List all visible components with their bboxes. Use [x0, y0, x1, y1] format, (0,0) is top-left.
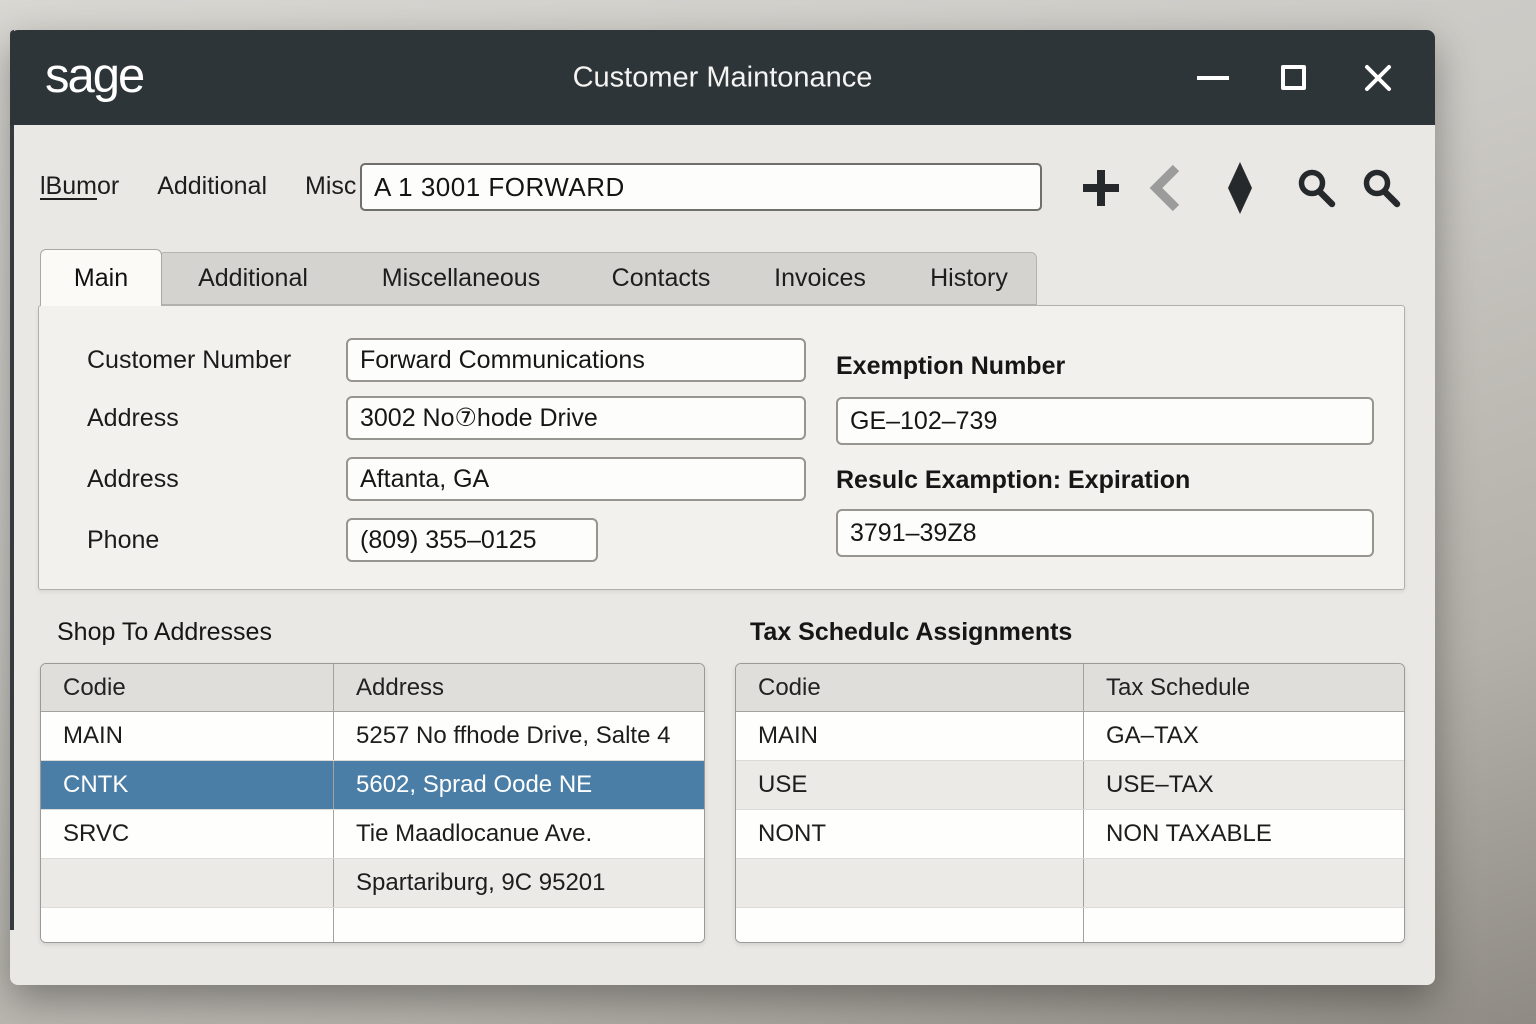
plus-icon — [1083, 170, 1119, 206]
table-row[interactable]: SRVC Tie Maadlocanue Ave. — [41, 810, 704, 859]
menu-bar: lBumor Additional Misc — [40, 160, 356, 212]
cell-address: Tie Maadlocanue Ave. — [333, 810, 704, 858]
cell-code: NONT — [758, 820, 826, 847]
customer-number-field[interactable] — [346, 338, 806, 382]
menu-item-misc[interactable]: Misc — [305, 172, 356, 201]
tab-contacts[interactable]: Contacts — [612, 253, 711, 304]
tax-schedule-table: Codie Tax Schedule MAIN GA–TAX USE USE–T… — [735, 663, 1405, 943]
tax-table-header: Codie Tax Schedule — [736, 664, 1404, 712]
cell-code: MAIN — [63, 722, 123, 749]
cell-code: MAIN — [758, 722, 818, 749]
customer-lookup-input[interactable] — [360, 163, 1042, 211]
phone-field[interactable] — [346, 518, 598, 562]
column-header-address[interactable]: Address — [333, 664, 704, 711]
address2-label: Address — [87, 465, 179, 493]
table-row[interactable]: MAIN 5257 No ffhode Drive, Salte 4 — [41, 712, 704, 761]
tab-strip: Additional Miscellaneous Contacts Invoic… — [160, 252, 1037, 305]
cell-address: 5602, Sprad Oode NE — [333, 761, 704, 809]
customer-maintenance-window: sage Customer Maintonance lBumor Additio… — [10, 30, 1435, 985]
minimize-icon — [1197, 75, 1229, 80]
table-row[interactable]: MAIN GA–TAX — [736, 712, 1404, 761]
chevron-left-icon — [1149, 164, 1180, 212]
exemption-number-label: Exemption Number — [836, 352, 1066, 380]
menu-item-main-underlined: lBum — [40, 171, 97, 200]
table-row[interactable]: NONT NON TAXABLE — [736, 810, 1404, 859]
cell-code — [736, 908, 1083, 942]
ship-to-addresses-title: Shop To Addresses — [57, 618, 272, 646]
previous-record-button[interactable] — [1139, 162, 1193, 214]
tax-schedule-assignments-title: Tax Schedulc Assignments — [750, 618, 1073, 646]
maximize-button[interactable] — [1263, 30, 1323, 125]
table-row[interactable] — [736, 908, 1404, 942]
address2-field[interactable] — [346, 457, 806, 501]
cell-tax-schedule: NON TAXABLE — [1083, 810, 1404, 858]
main-tab-panel: Customer Number Address Address Phone Ex… — [38, 305, 1405, 590]
cell-tax-schedule: USE–TAX — [1083, 761, 1404, 809]
address1-label: Address — [87, 404, 179, 432]
table-row[interactable] — [736, 859, 1404, 908]
exemption-number-field[interactable] — [836, 397, 1374, 445]
add-button[interactable] — [1074, 162, 1128, 214]
maximize-icon — [1280, 65, 1306, 90]
cell-code: SRVC — [63, 820, 130, 847]
address1-field[interactable] — [346, 396, 806, 440]
cell-code — [41, 908, 333, 942]
column-header-tax-schedule[interactable]: Tax Schedule — [1083, 664, 1404, 711]
search-icon — [1298, 169, 1336, 208]
diamond-button[interactable] — [1213, 162, 1267, 214]
resale-exemption-expiration-field[interactable] — [836, 509, 1374, 557]
tab-invoices[interactable]: Invoices — [774, 253, 866, 304]
cell-address: Spartariburg, 9C 95201 — [333, 859, 704, 907]
table-row-selected[interactable]: CNTK 5602, Sprad Oode NE — [41, 761, 704, 810]
column-header-code[interactable]: Codie — [41, 664, 333, 711]
cell-tax-schedule — [1083, 908, 1404, 942]
tab-miscellaneous[interactable]: Miscellaneous — [382, 253, 540, 304]
title-bar: sage Customer Maintonance — [10, 30, 1435, 125]
ship-to-table: Codie Address MAIN 5257 No ffhode Drive,… — [40, 663, 705, 943]
close-button[interactable] — [1348, 30, 1408, 125]
search-button[interactable] — [1289, 162, 1343, 214]
phone-label: Phone — [87, 526, 160, 554]
column-header-code[interactable]: Codie — [736, 664, 1083, 711]
close-icon — [1365, 64, 1391, 91]
table-row[interactable]: Spartariburg, 9C 95201 — [41, 859, 704, 908]
menu-item-main-rest: or — [96, 171, 120, 200]
table-row[interactable] — [41, 908, 704, 942]
menu-item-additional[interactable]: Additional — [157, 172, 267, 201]
tab-additional[interactable]: Additional — [198, 253, 308, 304]
cell-tax-schedule — [1083, 859, 1404, 907]
window-left-border — [10, 30, 14, 930]
diamond-icon — [1228, 162, 1252, 214]
table-row[interactable]: USE USE–TAX — [736, 761, 1404, 810]
cell-address — [333, 908, 704, 942]
menu-item-main[interactable]: lBumor — [40, 172, 119, 201]
cell-address: 5257 No ffhode Drive, Salte 4 — [333, 712, 704, 760]
resale-exemption-expiration-label: Resulc Examption: Expiration — [836, 466, 1191, 494]
search-button-secondary[interactable] — [1354, 162, 1408, 214]
cell-code: CNTK — [63, 771, 129, 798]
tab-main[interactable]: Main — [40, 249, 162, 306]
tab-history[interactable]: History — [930, 253, 1008, 304]
search-icon — [1363, 169, 1401, 208]
cell-tax-schedule: GA–TAX — [1083, 712, 1404, 760]
cell-code — [41, 859, 333, 907]
minimize-button[interactable] — [1183, 30, 1243, 125]
cell-code: USE — [758, 771, 808, 798]
ship-to-table-header: Codie Address — [41, 664, 704, 712]
cell-code — [736, 859, 1083, 907]
customer-number-label: Customer Number — [87, 346, 292, 374]
